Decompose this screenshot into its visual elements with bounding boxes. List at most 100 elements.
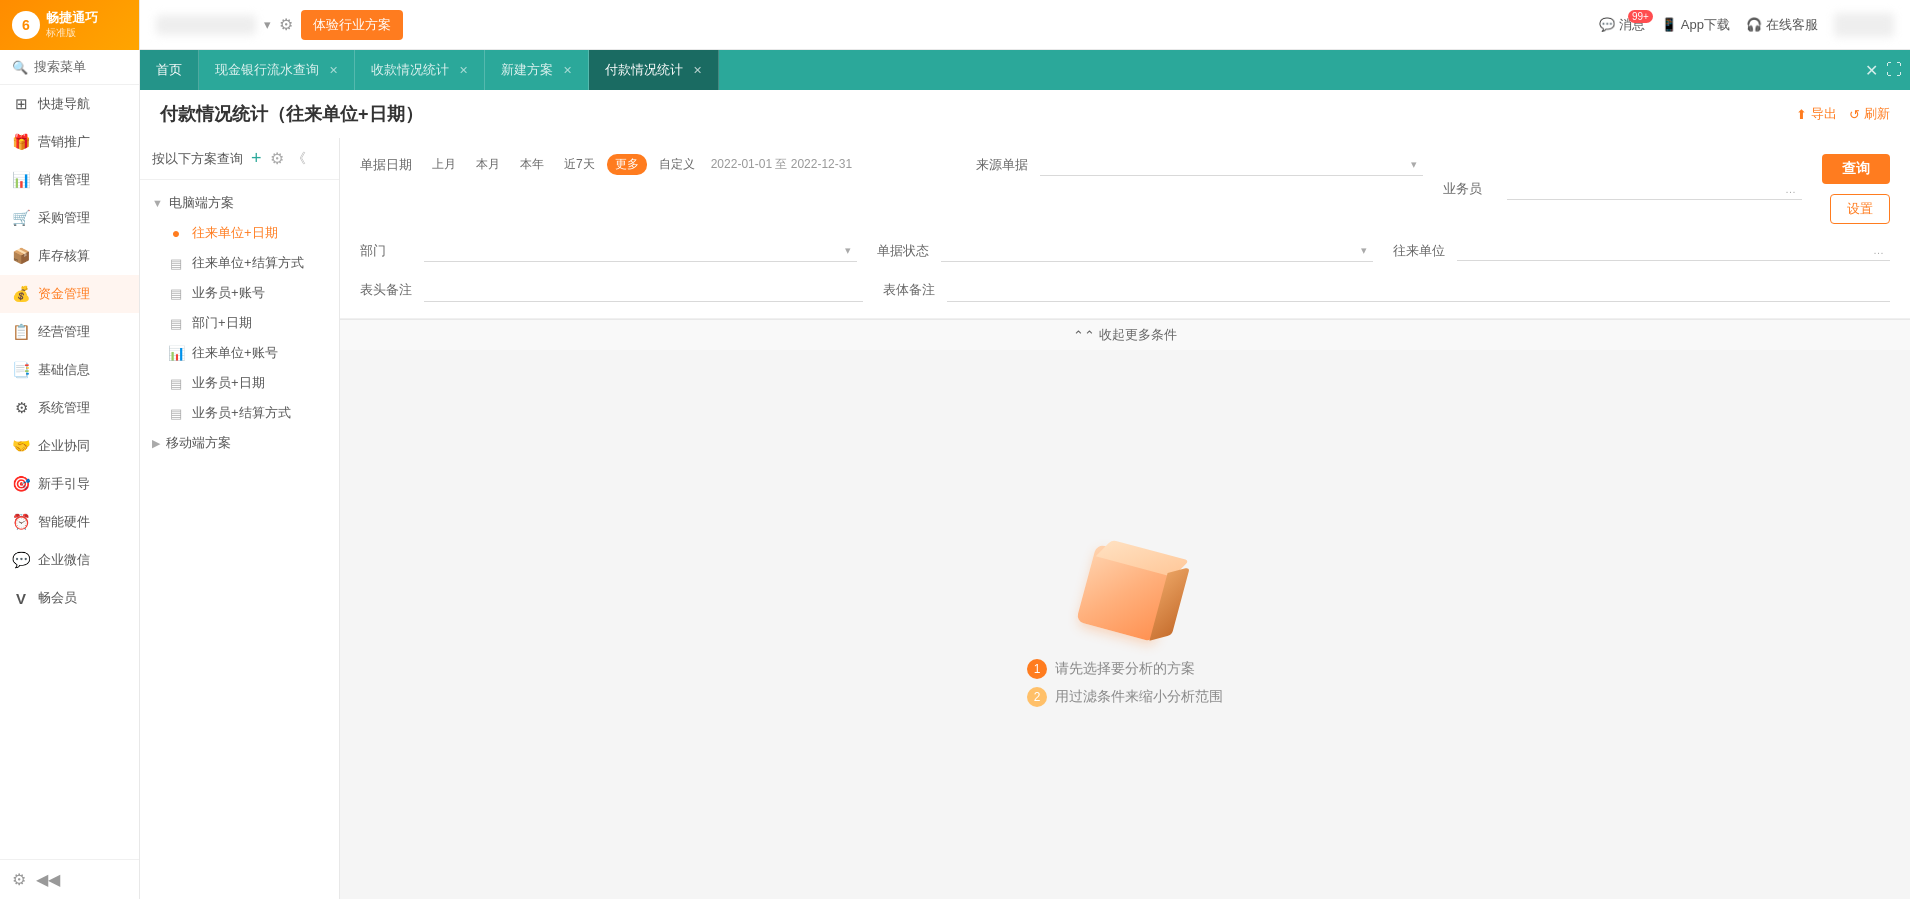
scheme-panel: 按以下方案查询 + ⚙ 《 ▼ 电脑端方案 ● 往来单位+日期 — [140, 138, 340, 899]
scheme-add-icon[interactable]: + — [251, 148, 262, 169]
operation-icon: 📋 — [12, 323, 30, 341]
scheme-collapse-icon[interactable]: 《 — [292, 150, 306, 168]
scheme-item-partner-date[interactable]: ● 往来单位+日期 — [140, 218, 339, 248]
scheme-group-mobile-header[interactable]: ▶ 移动端方案 — [140, 428, 339, 458]
collapse-up-icon: ⌃⌃ — [1073, 328, 1095, 343]
export-label: 导出 — [1811, 105, 1837, 123]
scheme-group-arrow: ▼ — [152, 197, 163, 209]
filter-dept-select[interactable]: ▾ — [424, 240, 857, 262]
app-download-button[interactable]: 📱 App下载 — [1661, 16, 1730, 34]
query-button[interactable]: 查询 — [1822, 154, 1890, 184]
tab-home[interactable]: 首页 — [140, 50, 199, 90]
sidebar-label: 营销推广 — [38, 133, 90, 151]
filter-header-note-input[interactable] — [424, 278, 863, 302]
topbar-dropdown[interactable]: ▾ — [264, 17, 271, 32]
sidebar-search[interactable]: 🔍 搜索菜单 — [0, 50, 139, 85]
filter-source-select[interactable]: ▾ — [1040, 154, 1423, 176]
date-btn-this-month[interactable]: 本月 — [468, 154, 508, 175]
date-btn-last7[interactable]: 近7天 — [556, 154, 603, 175]
export-icon: ⬆ — [1796, 107, 1807, 122]
sidebar-label: 智能硬件 — [38, 513, 90, 531]
tab-new[interactable]: 新建方案 ✕ — [485, 50, 589, 90]
tab-receipt-label: 收款情况统计 — [371, 61, 449, 79]
sidebar-label: 销售管理 — [38, 171, 90, 189]
sidebar-label: 经营管理 — [38, 323, 90, 341]
tab-bank[interactable]: 现金银行流水查询 ✕ — [199, 50, 355, 90]
tab-payment-label: 付款情况统计 — [605, 61, 683, 79]
date-btn-this-year[interactable]: 本年 — [512, 154, 552, 175]
tip-num-2: 2 — [1027, 687, 1047, 707]
date-btn-more[interactable]: 更多 — [607, 154, 647, 175]
collapse-more-button[interactable]: ⌃⌃ 收起更多条件 — [340, 319, 1910, 350]
main-area: ▾ ⚙ 体验行业方案 💬 消息 99+ 📱 App下载 🎧 在线客服 首页 — [140, 0, 1910, 899]
filter-salesman-select[interactable]: … — [1507, 179, 1802, 200]
sidebar-footer: ⚙ ◀◀ — [0, 859, 139, 899]
sidebar-item-sales[interactable]: 📊 销售管理 — [0, 161, 139, 199]
tab-bank-close[interactable]: ✕ — [329, 64, 338, 77]
query-section: 查询 设置 — [1810, 154, 1890, 224]
purchase-icon: 🛒 — [12, 209, 30, 227]
sidebar-item-member[interactable]: V 畅会员 — [0, 579, 139, 617]
date-btn-last-month[interactable]: 上月 — [424, 154, 464, 175]
user-avatar[interactable] — [1834, 13, 1894, 37]
empty-tip-2: 2 用过滤条件来缩小分析范围 — [1027, 687, 1223, 707]
sidebar-item-finance[interactable]: 💰 资金管理 — [0, 275, 139, 313]
filter-partner-label: 往来单位 — [1393, 242, 1449, 260]
scheme-item-partner-account[interactable]: 📊 往来单位+账号 — [140, 338, 339, 368]
scheme-item-label-3: 部门+日期 — [192, 314, 252, 332]
export-button[interactable]: ⬆ 导出 — [1796, 105, 1837, 123]
sidebar-item-operation[interactable]: 📋 经营管理 — [0, 313, 139, 351]
sidebar-item-basic[interactable]: 📑 基础信息 — [0, 351, 139, 389]
scheme-item-partner-settle[interactable]: ▤ 往来单位+结算方式 — [140, 248, 339, 278]
refresh-button[interactable]: ↺ 刷新 — [1849, 105, 1890, 123]
sidebar-item-quick-nav[interactable]: ⊞ 快捷导航 — [0, 85, 139, 123]
tabs-close-icon[interactable]: ✕ — [1865, 61, 1878, 80]
scheme-group-desktop-header[interactable]: ▼ 电脑端方案 — [140, 188, 339, 218]
tabs-expand-icon[interactable]: ⛶ — [1886, 61, 1902, 79]
scheme-settings-icon[interactable]: ⚙ — [270, 149, 284, 168]
inventory-icon: 📦 — [12, 247, 30, 265]
sidebar-item-guide[interactable]: 🎯 新手引导 — [0, 465, 139, 503]
tab-payment-close[interactable]: ✕ — [693, 64, 702, 77]
tab-new-close[interactable]: ✕ — [563, 64, 572, 77]
filter-docstatus-select[interactable]: ▾ — [941, 240, 1374, 262]
tab-receipt-close[interactable]: ✕ — [459, 64, 468, 77]
sidebar-item-wechat[interactable]: 💬 企业微信 — [0, 541, 139, 579]
filter-partner-select[interactable]: … — [1457, 240, 1890, 261]
sidebar-logo: 6 畅捷通巧 标准版 — [0, 0, 139, 50]
topbar-user[interactable] — [156, 15, 256, 35]
trial-button[interactable]: 体验行业方案 — [301, 10, 403, 40]
tab-payment[interactable]: 付款情况统计 ✕ — [589, 50, 719, 90]
scheme-item-salesman-settle[interactable]: ▤ 业务员+结算方式 — [140, 398, 339, 428]
topbar-settings-icon[interactable]: ⚙ — [279, 15, 293, 34]
empty-cube-icon — [1076, 544, 1174, 642]
scheme-item-salesman-date[interactable]: ▤ 业务员+日期 — [140, 368, 339, 398]
sidebar-item-marketing[interactable]: 🎁 营销推广 — [0, 123, 139, 161]
sidebar-item-purchase[interactable]: 🛒 采购管理 — [0, 199, 139, 237]
sidebar-item-hardware[interactable]: ⏰ 智能硬件 — [0, 503, 139, 541]
page-header: 付款情况统计（往来单位+日期） ⬆ 导出 ↺ 刷新 — [140, 90, 1910, 138]
sidebar-item-enterprise[interactable]: 🤝 企业协同 — [0, 427, 139, 465]
filter-body-note-input[interactable] — [947, 278, 1890, 302]
filter-row-3: 表头备注 表体备注 — [360, 278, 1890, 302]
service-button[interactable]: 🎧 在线客服 — [1746, 16, 1818, 34]
footer-collapse-icon[interactable]: ◀◀ — [36, 870, 60, 889]
scheme-item-dept-date[interactable]: ▤ 部门+日期 — [140, 308, 339, 338]
date-btn-custom[interactable]: 自定义 — [651, 154, 703, 175]
sidebar-item-system[interactable]: ⚙ 系统管理 — [0, 389, 139, 427]
search-label: 搜索菜单 — [34, 58, 86, 76]
tab-receipt[interactable]: 收款情况统计 ✕ — [355, 50, 485, 90]
filter-settings-button[interactable]: 设置 — [1830, 194, 1890, 224]
sidebar-item-inventory[interactable]: 📦 库存核算 — [0, 237, 139, 275]
scheme-item-salesman-account[interactable]: ▤ 业务员+账号 — [140, 278, 339, 308]
sidebar-label: 系统管理 — [38, 399, 90, 417]
empty-illustration — [1065, 543, 1185, 643]
scheme-item-icon-4: 📊 — [168, 345, 184, 361]
sidebar-label: 畅会员 — [38, 589, 77, 607]
message-button[interactable]: 💬 消息 99+ — [1599, 16, 1645, 34]
filter-dept-field: 部门 ▾ — [360, 240, 857, 262]
filter-docstatus-field: 单据状态 ▾ — [877, 240, 1374, 262]
topbar: ▾ ⚙ 体验行业方案 💬 消息 99+ 📱 App下载 🎧 在线客服 — [140, 0, 1910, 50]
scheme-item-label-5: 业务员+日期 — [192, 374, 265, 392]
footer-settings-icon[interactable]: ⚙ — [12, 870, 26, 889]
